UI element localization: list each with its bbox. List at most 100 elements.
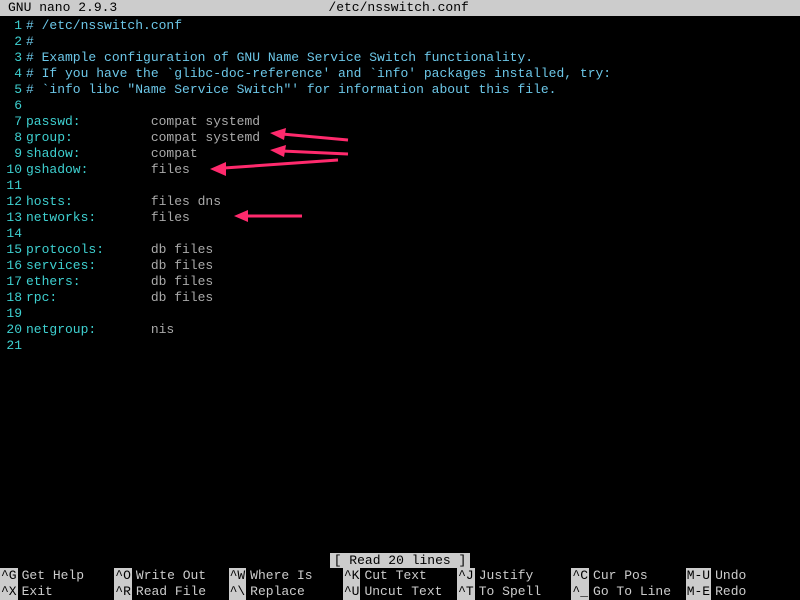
shortcut-item[interactable]: M-ERedo xyxy=(686,584,800,600)
shortcut-item[interactable]: ^XExit xyxy=(0,584,114,600)
shortcut-item[interactable]: ^_Go To Line xyxy=(571,584,685,600)
editor-line[interactable]: 9shadow: compat xyxy=(0,146,800,162)
status-message: [ Read 20 lines ] xyxy=(0,553,800,568)
config-value: nis xyxy=(151,322,174,337)
line-number: 20 xyxy=(0,322,24,338)
line-content xyxy=(24,98,800,114)
line-content xyxy=(24,226,800,242)
line-content: gshadow: files xyxy=(24,162,800,178)
line-content: # xyxy=(24,34,800,50)
config-key: shadow: xyxy=(26,146,151,161)
editor-line[interactable]: 17ethers: db files xyxy=(0,274,800,290)
shortcut-label: Read File xyxy=(136,584,206,600)
editor-line[interactable]: 11 xyxy=(0,178,800,194)
line-number: 5 xyxy=(0,82,24,98)
config-value: db files xyxy=(151,242,213,257)
editor-line[interactable]: 20netgroup: nis xyxy=(0,322,800,338)
editor-area[interactable]: 1# /etc/nsswitch.conf2#3# Example config… xyxy=(0,16,800,354)
config-value: files xyxy=(151,210,190,225)
editor-line[interactable]: 7passwd: compat systemd xyxy=(0,114,800,130)
line-number: 7 xyxy=(0,114,24,130)
editor-line[interactable]: 15protocols: db files xyxy=(0,242,800,258)
shortcut-item[interactable]: ^\Replace xyxy=(229,584,343,600)
shortcut-item[interactable]: ^GGet Help xyxy=(0,568,114,584)
editor-line[interactable]: 19 xyxy=(0,306,800,322)
app-name: GNU nano 2.9.3 xyxy=(0,0,117,16)
editor-line[interactable]: 5# `info libc "Name Service Switch"' for… xyxy=(0,82,800,98)
shortcut-item[interactable]: ^RRead File xyxy=(114,584,228,600)
line-content: networks: files xyxy=(24,210,800,226)
shortcut-label: Where Is xyxy=(250,568,312,584)
shortcut-item[interactable]: ^UUncut Text xyxy=(343,584,457,600)
shortcut-label: Go To Line xyxy=(593,584,671,600)
line-content: protocols: db files xyxy=(24,242,800,258)
shortcut-row: ^XExit^RRead File^\Replace^UUncut Text^T… xyxy=(0,584,800,600)
shortcut-item[interactable]: ^KCut Text xyxy=(343,568,457,584)
line-content: # Example configuration of GNU Name Serv… xyxy=(24,50,800,66)
shortcut-item[interactable]: ^JJustify xyxy=(457,568,571,584)
line-number: 10 xyxy=(0,162,24,178)
shortcut-row: ^GGet Help^OWrite Out^WWhere Is^KCut Tex… xyxy=(0,568,800,584)
editor-line[interactable]: 18rpc: db files xyxy=(0,290,800,306)
line-number: 17 xyxy=(0,274,24,290)
shortcut-key: ^J xyxy=(457,568,475,584)
line-content: shadow: compat xyxy=(24,146,800,162)
shortcut-label: Redo xyxy=(715,584,746,600)
editor-line[interactable]: 10gshadow: files xyxy=(0,162,800,178)
line-content: group: compat systemd xyxy=(24,130,800,146)
shortcut-label: Uncut Text xyxy=(364,584,442,600)
shortcut-item[interactable]: ^TTo Spell xyxy=(457,584,571,600)
line-content: # `info libc "Name Service Switch"' for … xyxy=(24,82,800,98)
shortcut-key: ^T xyxy=(457,584,475,600)
editor-line[interactable]: 6 xyxy=(0,98,800,114)
shortcut-key: M-U xyxy=(686,568,711,584)
shortcut-key: ^K xyxy=(343,568,361,584)
config-key: gshadow: xyxy=(26,162,151,177)
line-number: 9 xyxy=(0,146,24,162)
line-content: passwd: compat systemd xyxy=(24,114,800,130)
editor-line[interactable]: 1# /etc/nsswitch.conf xyxy=(0,18,800,34)
line-number: 15 xyxy=(0,242,24,258)
editor-line[interactable]: 12hosts: files dns xyxy=(0,194,800,210)
line-number: 16 xyxy=(0,258,24,274)
editor-line[interactable]: 21 xyxy=(0,338,800,354)
config-key: rpc: xyxy=(26,290,151,305)
shortcut-key: ^U xyxy=(343,584,361,600)
shortcut-key: M-E xyxy=(686,584,711,600)
line-number: 1 xyxy=(0,18,24,34)
status-text: [ Read 20 lines ] xyxy=(330,553,471,568)
editor-line[interactable]: 3# Example configuration of GNU Name Ser… xyxy=(0,50,800,66)
shortcut-label: Cut Text xyxy=(364,568,426,584)
shortcut-item[interactable]: M-UUndo xyxy=(686,568,800,584)
editor-line[interactable]: 4# If you have the `glibc-doc-reference'… xyxy=(0,66,800,82)
shortcut-key: ^W xyxy=(229,568,247,584)
shortcut-key: ^G xyxy=(0,568,18,584)
editor-line[interactable]: 13networks: files xyxy=(0,210,800,226)
config-key: group: xyxy=(26,130,151,145)
config-value: db files xyxy=(151,258,213,273)
titlebar: GNU nano 2.9.3 /etc/nsswitch.conf xyxy=(0,0,800,16)
config-value: compat xyxy=(151,146,198,161)
config-value: db files xyxy=(151,290,213,305)
line-number: 13 xyxy=(0,210,24,226)
shortcut-item[interactable]: ^WWhere Is xyxy=(229,568,343,584)
editor-line[interactable]: 14 xyxy=(0,226,800,242)
line-content: ethers: db files xyxy=(24,274,800,290)
config-key: ethers: xyxy=(26,274,151,289)
shortcut-label: Get Help xyxy=(22,568,84,584)
line-content: services: db files xyxy=(24,258,800,274)
shortcut-key: ^\ xyxy=(229,584,247,600)
editor-line[interactable]: 8group: compat systemd xyxy=(0,130,800,146)
shortcut-key: ^X xyxy=(0,584,18,600)
config-key: networks: xyxy=(26,210,151,225)
editor-line[interactable]: 2# xyxy=(0,34,800,50)
line-content: netgroup: nis xyxy=(24,322,800,338)
line-content xyxy=(24,306,800,322)
shortcut-label: Justify xyxy=(479,568,534,584)
shortcut-item[interactable]: ^CCur Pos xyxy=(571,568,685,584)
shortcut-item[interactable]: ^OWrite Out xyxy=(114,568,228,584)
shortcut-label: Write Out xyxy=(136,568,206,584)
shortcut-label: Exit xyxy=(22,584,53,600)
editor-line[interactable]: 16services: db files xyxy=(0,258,800,274)
titlebar-spacer xyxy=(680,0,800,16)
